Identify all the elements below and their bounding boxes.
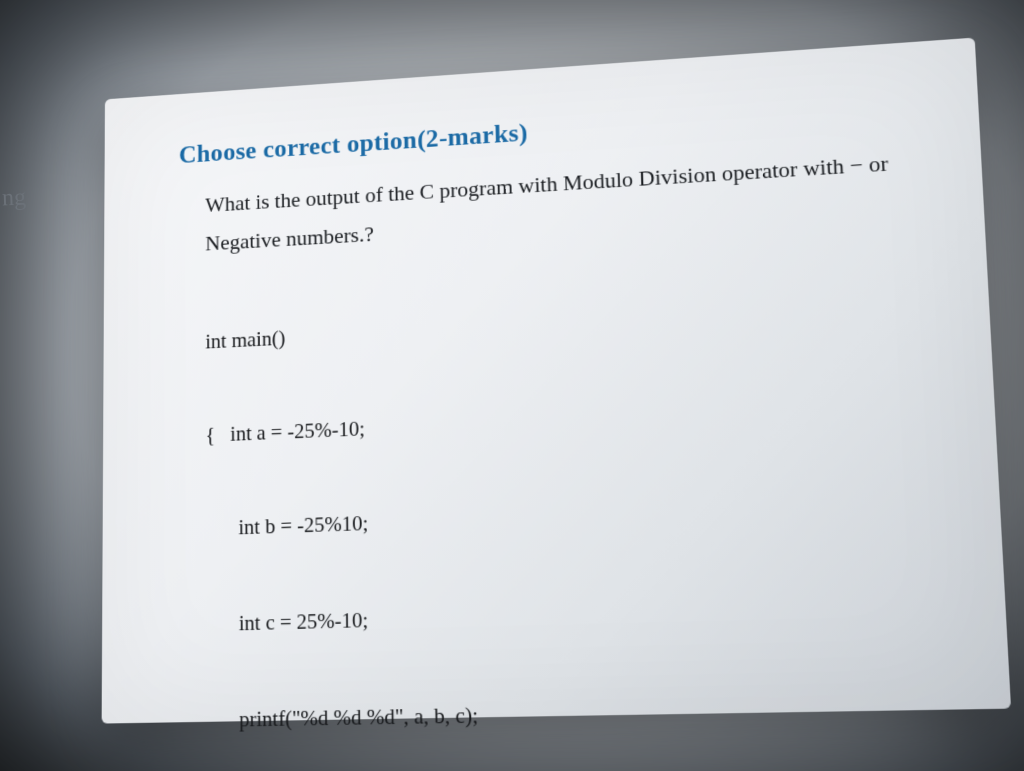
code-line: { int a = -25%-10; <box>206 388 952 451</box>
code-line: int c = 25%-10; <box>206 589 962 641</box>
code-line: printf("%d %d %d", a, b, c); <box>206 691 968 737</box>
photo-surface: ng Choose correct option(2-marks) What i… <box>0 0 1024 771</box>
code-line: int b = -25%10; <box>206 488 957 545</box>
code-block: int main() { int a = -25%-10; int b = -2… <box>205 225 982 771</box>
question-card: Choose correct option(2-marks) What is t… <box>102 38 1011 724</box>
code-line: int main() <box>205 290 946 358</box>
clipped-edge-text: ng <box>2 185 27 213</box>
